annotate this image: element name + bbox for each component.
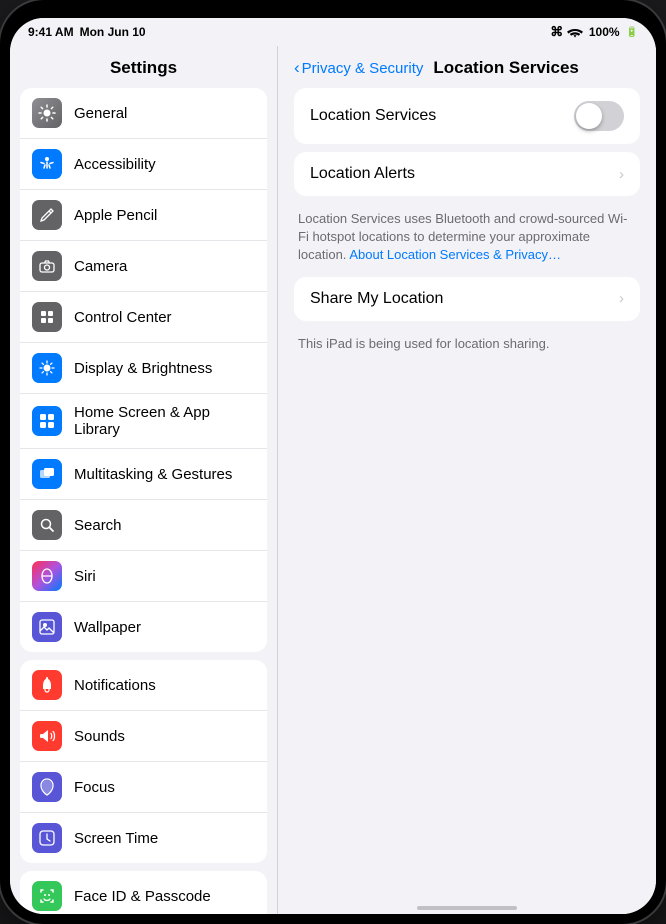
battery: 100% (589, 25, 620, 39)
sidebar-item-multitasking[interactable]: Multitasking & Gestures (20, 449, 267, 500)
wallpaper-label: Wallpaper (74, 619, 255, 636)
homescreen-label: Home Screen & App Library (74, 404, 255, 438)
home-bar (417, 906, 517, 910)
face-id-label: Face ID & Passcode (74, 888, 255, 905)
search-icon (32, 510, 62, 540)
notifications-icon (32, 670, 62, 700)
status-right: ⌘ 100% 🔋 (550, 24, 638, 40)
time: 9:41 AM (28, 25, 74, 39)
focus-icon (32, 772, 62, 802)
sidebar-item-control-center[interactable]: Control Center (20, 292, 267, 343)
control-center-label: Control Center (74, 309, 255, 326)
detail-pane: ‹ Privacy & Security Location Services L… (278, 46, 656, 914)
accessibility-icon (32, 149, 62, 179)
location-alerts-chevron-icon: › (619, 166, 624, 183)
location-alerts-row[interactable]: Location Alerts › (294, 152, 640, 196)
sounds-label: Sounds (74, 728, 255, 745)
sidebar-item-focus[interactable]: Focus (20, 762, 267, 813)
home-indicator-area (278, 894, 656, 914)
share-location-chevron-icon: › (619, 290, 624, 307)
battery-icon: 🔋 (626, 27, 638, 38)
ipad-device: 9:41 AM Mon Jun 10 ⌘ 100% 🔋 Settings (0, 0, 666, 924)
back-chevron-icon: ‹ (294, 58, 300, 78)
face-id-icon (32, 881, 62, 911)
location-alerts-card: Location Alerts › (294, 152, 640, 196)
multitasking-label: Multitasking & Gestures (74, 466, 255, 483)
screen: 9:41 AM Mon Jun 10 ⌘ 100% 🔋 Settings (10, 18, 656, 914)
display-icon (32, 353, 62, 383)
sidebar-item-camera[interactable]: Camera (20, 241, 267, 292)
screen-time-label: Screen Time (74, 830, 255, 847)
sidebar-item-siri[interactable]: Siri (20, 551, 267, 602)
general-icon (32, 98, 62, 128)
notifications-label: Notifications (74, 677, 255, 694)
sidebar-item-screen-time[interactable]: Screen Time (20, 813, 267, 863)
sidebar-item-face-id[interactable]: Face ID & Passcode (20, 871, 267, 914)
share-location-label: Share My Location (310, 290, 619, 308)
sidebar-item-notifications[interactable]: Notifications (20, 660, 267, 711)
toggle-thumb (576, 103, 602, 129)
camera-icon (32, 251, 62, 281)
camera-label: Camera (74, 258, 255, 275)
status-bar: 9:41 AM Mon Jun 10 ⌘ 100% 🔋 (10, 18, 656, 46)
homescreen-icon (32, 406, 62, 436)
content-area: Settings General Accessibility (10, 46, 656, 914)
detail-content: Location Services Location Alerts › (278, 88, 656, 894)
description-link[interactable]: About Location Services & Privacy… (349, 247, 561, 262)
status-left: 9:41 AM Mon Jun 10 (28, 25, 146, 39)
sounds-icon (32, 721, 62, 751)
back-button[interactable]: ‹ Privacy & Security (294, 58, 423, 78)
detail-nav: ‹ Privacy & Security Location Services (278, 46, 656, 88)
control-center-icon (32, 302, 62, 332)
focus-label: Focus (74, 779, 255, 796)
multitasking-icon (32, 459, 62, 489)
share-location-row[interactable]: Share My Location › (294, 277, 640, 321)
apple-pencil-icon (32, 200, 62, 230)
sidebar-item-display[interactable]: Display & Brightness (20, 343, 267, 394)
sidebar-group-1: General Accessibility Apple Pencil (20, 88, 267, 652)
wifi-icon: ⌘ (550, 24, 583, 40)
siri-label: Siri (74, 568, 255, 585)
sidebar: Settings General Accessibility (10, 46, 278, 914)
siri-icon (32, 561, 62, 591)
sidebar-group-2: Notifications Sounds Focus (20, 660, 267, 863)
location-alerts-label: Location Alerts (310, 165, 619, 183)
share-note-text: This iPad is being used for location sha… (298, 336, 549, 351)
sidebar-item-search[interactable]: Search (20, 500, 267, 551)
nav-current-title: Location Services (433, 58, 579, 78)
sidebar-item-general[interactable]: General (20, 88, 267, 139)
sidebar-item-apple-pencil[interactable]: Apple Pencil (20, 190, 267, 241)
sidebar-group-3: Face ID & Passcode Privacy & Security (20, 871, 267, 914)
nav-back-label: Privacy & Security (302, 60, 424, 77)
screen-time-icon (32, 823, 62, 853)
description-card: Location Services uses Bluetooth and cro… (294, 204, 640, 277)
share-note-card: This iPad is being used for location sha… (294, 329, 640, 365)
sidebar-item-sounds[interactable]: Sounds (20, 711, 267, 762)
sidebar-item-accessibility[interactable]: Accessibility (20, 139, 267, 190)
general-label: General (74, 105, 255, 122)
location-services-label: Location Services (310, 107, 574, 125)
date: Mon Jun 10 (80, 25, 146, 39)
location-services-card: Location Services (294, 88, 640, 144)
location-services-row: Location Services (294, 88, 640, 144)
sidebar-title: Settings (10, 46, 277, 88)
location-services-toggle[interactable] (574, 101, 624, 131)
sidebar-item-homescreen[interactable]: Home Screen & App Library (20, 394, 267, 449)
display-label: Display & Brightness (74, 360, 255, 377)
apple-pencil-label: Apple Pencil (74, 207, 255, 224)
share-location-card: Share My Location › (294, 277, 640, 321)
search-label: Search (74, 517, 255, 534)
sidebar-item-wallpaper[interactable]: Wallpaper (20, 602, 267, 652)
accessibility-label: Accessibility (74, 156, 255, 173)
wallpaper-icon (32, 612, 62, 642)
